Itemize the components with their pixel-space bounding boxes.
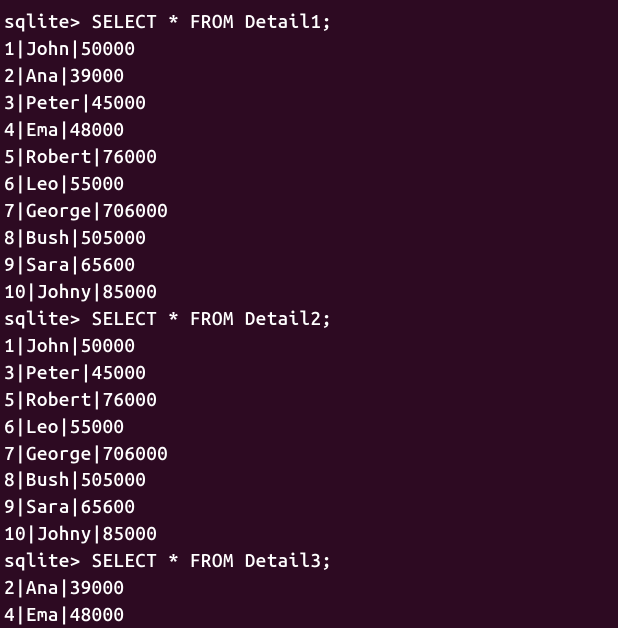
query-output-row: 9|Sara|65600 [4,253,135,275]
terminal-line: 10|Johny|85000 [4,520,614,547]
terminal-line: 5|Robert|76000 [4,143,614,170]
query-output-row: 9|Sara|65600 [4,495,135,517]
terminal-line: 1|John|50000 [4,332,614,359]
terminal-line: 3|Peter|45000 [4,89,614,116]
sql-command: SELECT * FROM Detail3; [81,549,333,571]
query-output-row: 4|Ema|48000 [4,603,124,625]
terminal-line: 7|George|706000 [4,197,614,224]
terminal-line: 3|Peter|45000 [4,359,614,386]
terminal-line: sqlite> SELECT * FROM Detail2; [4,305,614,332]
query-output-row: 5|Robert|76000 [4,388,157,410]
terminal-line: 10|Johny|85000 [4,278,614,305]
terminal-line: 4|Ema|48000 [4,116,614,143]
sqlite-prompt: sqlite> [4,307,81,329]
query-output-row: 3|Peter|45000 [4,361,146,383]
query-output-row: 3|Peter|45000 [4,91,146,113]
terminal-line: 2|Ana|39000 [4,574,614,601]
sql-command: SELECT * FROM Detail1; [81,10,333,32]
query-output-row: 6|Leo|55000 [4,415,124,437]
query-output-row: 1|John|50000 [4,334,135,356]
sqlite-prompt: sqlite> [4,549,81,571]
query-output-row: 8|Bush|505000 [4,226,146,248]
query-output-row: 8|Bush|505000 [4,468,146,490]
query-output-row: 4|Ema|48000 [4,118,124,140]
terminal-line: 6|Leo|55000 [4,170,614,197]
terminal-line: 6|Leo|55000 [4,413,614,440]
query-output-row: 6|Leo|55000 [4,172,124,194]
sqlite-prompt: sqlite> [4,10,81,32]
query-output-row: 10|Johny|85000 [4,280,157,302]
terminal-line: 7|George|706000 [4,440,614,467]
terminal-window[interactable]: sqlite> SELECT * FROM Detail1;1|John|500… [4,8,614,628]
terminal-line: 8|Bush|505000 [4,224,614,251]
terminal-line: 2|Ana|39000 [4,62,614,89]
query-output-row: 2|Ana|39000 [4,64,124,86]
terminal-line: 9|Sara|65600 [4,493,614,520]
terminal-line: sqlite> SELECT * FROM Detail1; [4,8,614,35]
terminal-line: 8|Bush|505000 [4,466,614,493]
sql-command: SELECT * FROM Detail2; [81,307,333,329]
query-output-row: 7|George|706000 [4,442,168,464]
query-output-row: 10|Johny|85000 [4,522,157,544]
terminal-line: 5|Robert|76000 [4,386,614,413]
terminal-line: 1|John|50000 [4,35,614,62]
query-output-row: 2|Ana|39000 [4,576,124,598]
terminal-line: 9|Sara|65600 [4,251,614,278]
terminal-line: sqlite> SELECT * FROM Detail3; [4,547,614,574]
query-output-row: 7|George|706000 [4,199,168,221]
query-output-row: 1|John|50000 [4,37,135,59]
query-output-row: 5|Robert|76000 [4,145,157,167]
terminal-line: 4|Ema|48000 [4,601,614,628]
